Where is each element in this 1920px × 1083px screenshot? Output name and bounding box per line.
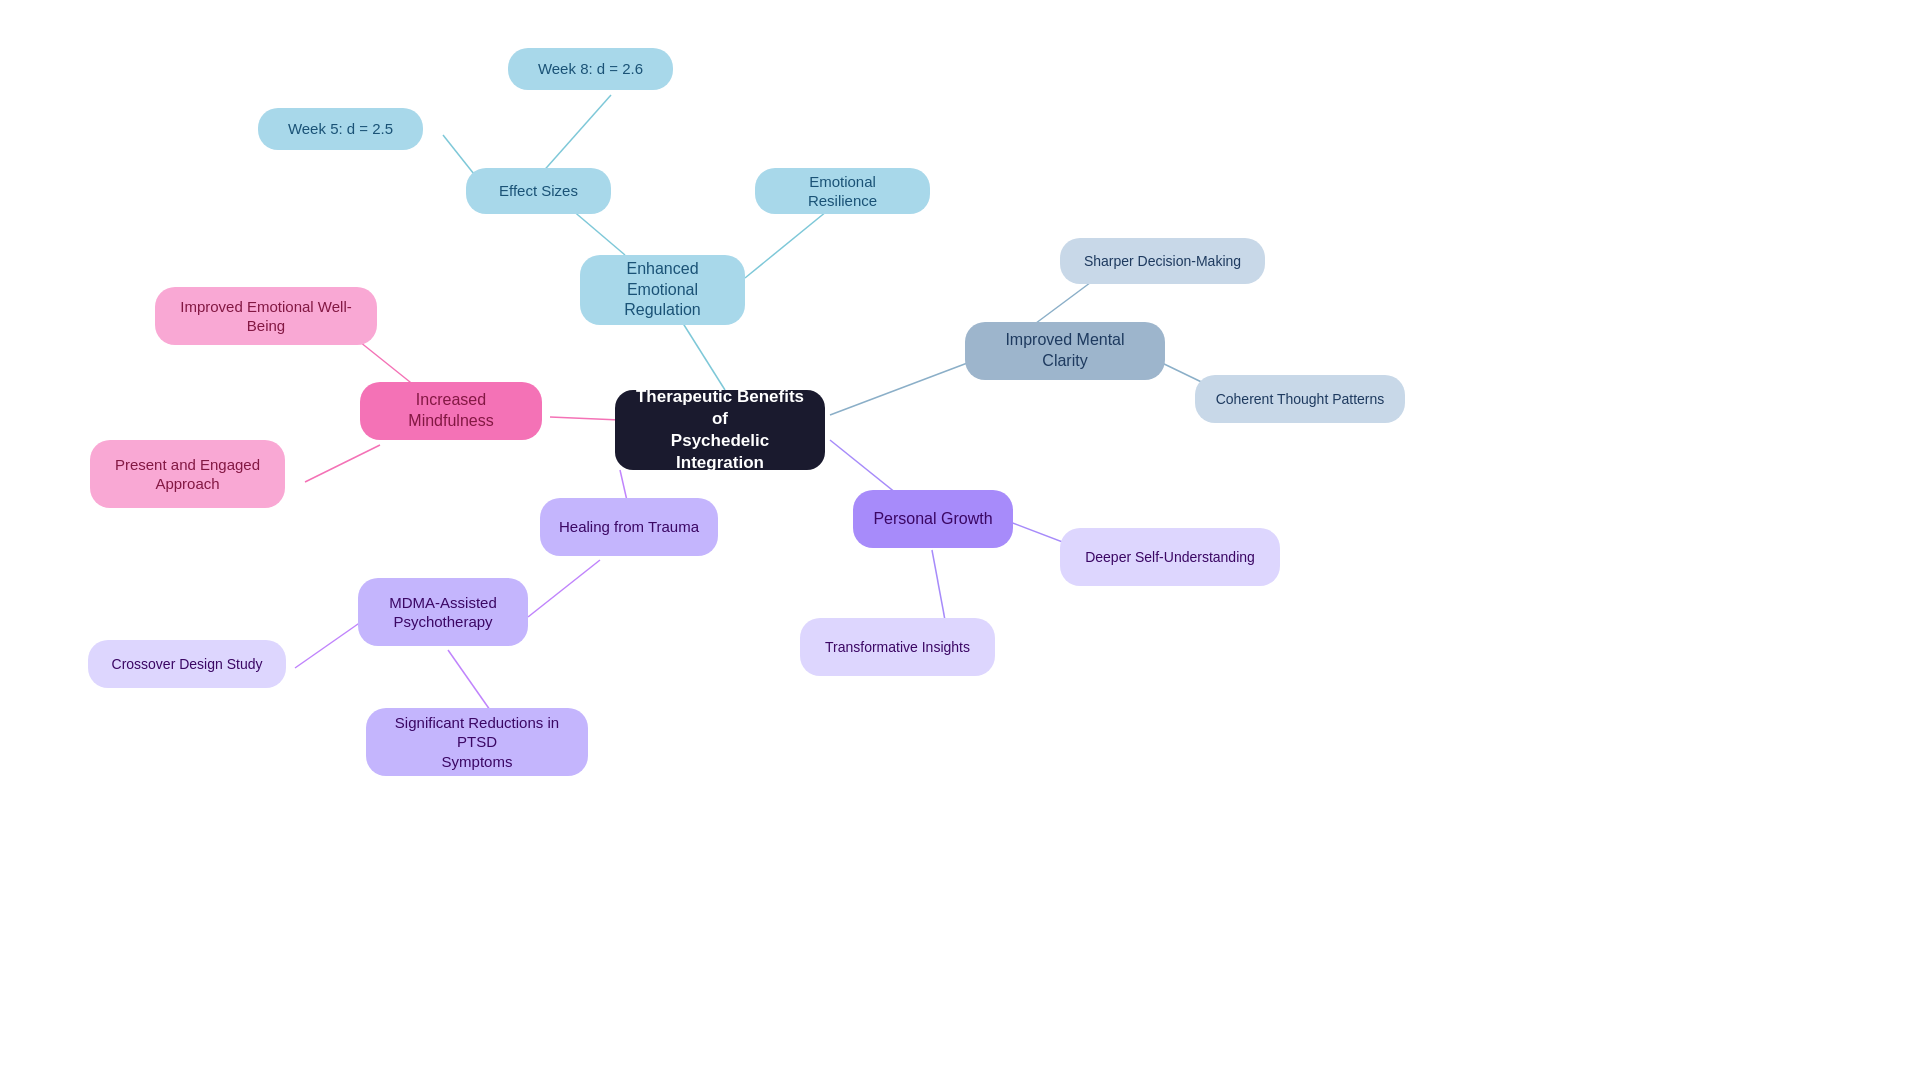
- crossover-label: Crossover Design Study: [112, 655, 263, 673]
- healing-trauma-node: Healing from Trauma: [540, 498, 718, 556]
- week8-node: Week 8: d = 2.6: [508, 48, 673, 90]
- svg-line-5: [830, 362, 970, 415]
- mdma-node: MDMA-Assisted Psychotherapy: [358, 578, 528, 646]
- improved-emotional-wellbeing-label: Improved Emotional Well-Being: [173, 297, 359, 336]
- deeper-self-node: Deeper Self-Understanding: [1060, 528, 1280, 586]
- emotional-resilience-node: Emotional Resilience: [755, 168, 930, 214]
- present-engaged-label: Present and Engaged Approach: [115, 455, 260, 494]
- sharper-decision-label: Sharper Decision-Making: [1084, 252, 1241, 270]
- week5-label: Week 5: d = 2.5: [288, 119, 393, 139]
- svg-line-3: [540, 95, 611, 175]
- effect-sizes-node: Effect Sizes: [466, 168, 611, 214]
- coherent-thought-label: Coherent Thought Patterns: [1216, 390, 1385, 408]
- svg-line-14: [448, 650, 490, 710]
- increased-mindfulness-node: Increased Mindfulness: [360, 382, 542, 440]
- week8-label: Week 8: d = 2.6: [538, 59, 643, 79]
- transformative-node: Transformative Insights: [800, 618, 995, 676]
- significant-ptsd-label: Significant Reductions in PTSD Symptoms: [384, 713, 570, 772]
- crossover-node: Crossover Design Study: [88, 640, 286, 688]
- improved-emotional-wellbeing-node: Improved Emotional Well-Being: [155, 287, 377, 345]
- sharper-decision-node: Sharper Decision-Making: [1060, 238, 1265, 284]
- deeper-self-label: Deeper Self-Understanding: [1085, 548, 1255, 566]
- svg-line-15: [550, 417, 620, 420]
- svg-line-17: [305, 445, 380, 482]
- improved-mental-node: Improved Mental Clarity: [965, 322, 1165, 380]
- center-node: Therapeutic Benefits of Psychedelic Inte…: [615, 390, 825, 470]
- svg-line-12: [528, 560, 600, 617]
- significant-ptsd-node: Significant Reductions in PTSD Symptoms: [366, 708, 588, 776]
- increased-mindfulness-label: Increased Mindfulness: [378, 390, 524, 432]
- transformative-label: Transformative Insights: [825, 638, 970, 656]
- personal-growth-label: Personal Growth: [873, 509, 992, 530]
- healing-trauma-label: Healing from Trauma: [559, 517, 699, 537]
- present-engaged-node: Present and Engaged Approach: [90, 440, 285, 508]
- enhanced-emotional-label: Enhanced Emotional Regulation: [598, 259, 727, 321]
- center-label: Therapeutic Benefits of Psychedelic Inte…: [633, 386, 807, 474]
- emotional-resilience-label: Emotional Resilience: [773, 172, 912, 211]
- enhanced-emotional-node: Enhanced Emotional Regulation: [580, 255, 745, 325]
- improved-mental-label: Improved Mental Clarity: [983, 330, 1147, 372]
- effect-sizes-label: Effect Sizes: [499, 181, 578, 201]
- week5-node: Week 5: d = 2.5: [258, 108, 423, 150]
- personal-growth-node: Personal Growth: [853, 490, 1013, 548]
- mdma-label: MDMA-Assisted Psychotherapy: [389, 593, 497, 632]
- coherent-thought-node: Coherent Thought Patterns: [1195, 375, 1405, 423]
